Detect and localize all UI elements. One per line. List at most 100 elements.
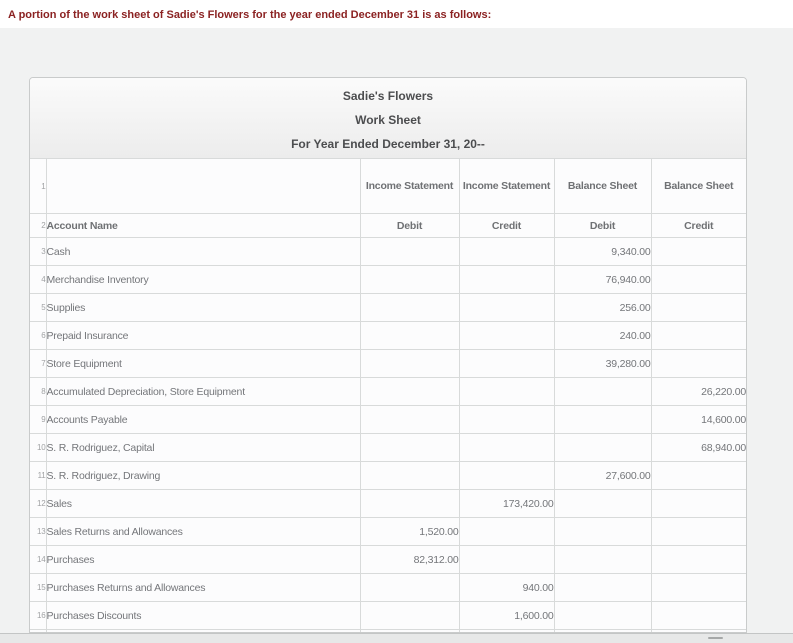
- horizontal-scrollbar-track[interactable]: [0, 633, 793, 643]
- row-number: 4: [30, 265, 47, 294]
- cell-account-name: Purchases Returns and Allowances: [45, 573, 361, 602]
- column-header-balance-sheet-1: Balance Sheet: [553, 158, 652, 214]
- column-header-is-credit: Credit: [458, 213, 555, 238]
- cell-is-debit: [359, 349, 460, 378]
- cell-is-debit: 1,520.00: [359, 517, 460, 546]
- cell-bs-debit: [553, 377, 652, 406]
- cell-is-debit: [359, 573, 460, 602]
- cell-is-credit: [458, 461, 555, 490]
- cell-account-name: Sales: [45, 489, 361, 518]
- cell-account-name: Purchases Discounts: [45, 601, 361, 630]
- cell-is-debit: [359, 265, 460, 294]
- column-header-bs-debit: Debit: [553, 213, 652, 238]
- instruction-strip: A portion of the work sheet of Sadie's F…: [0, 0, 793, 28]
- cell-bs-debit: [553, 489, 652, 518]
- table-row: 12 Sales 173,420.00: [30, 489, 746, 518]
- cell-bs-credit: [650, 573, 746, 602]
- cell-bs-debit: 256.00: [553, 293, 652, 322]
- table-row: 11 S. R. Rodriguez, Drawing 27,600.00: [30, 461, 746, 490]
- table-row: 10 S. R. Rodriguez, Capital 68,940.00: [30, 433, 746, 462]
- cell-bs-debit: [553, 517, 652, 546]
- cell-is-debit: [359, 433, 460, 462]
- cell-is-debit: [359, 489, 460, 518]
- table-row: 15 Purchases Returns and Allowances 940.…: [30, 573, 746, 602]
- cell-is-debit: [359, 601, 460, 630]
- cell-is-credit: [458, 433, 555, 462]
- account-name-header: Account Name: [45, 213, 361, 238]
- cell-bs-credit: [650, 517, 746, 546]
- table-row: 6 Prepaid Insurance 240.00: [30, 321, 746, 350]
- column-header-income-statement-2: Income Statement: [458, 158, 555, 214]
- cell-bs-credit: [650, 601, 746, 630]
- cell-is-debit: 82,312.00: [359, 545, 460, 574]
- cell-is-debit: [359, 405, 460, 434]
- cell-bs-credit: [650, 237, 746, 266]
- cell-bs-credit: [650, 461, 746, 490]
- cell-account-name: S. R. Rodriguez, Capital: [45, 433, 361, 462]
- table-row: 14 Purchases 82,312.00: [30, 545, 746, 574]
- cell-is-debit: [359, 321, 460, 350]
- scrollbar-thumb[interactable]: [708, 637, 723, 639]
- column-header-income-statement-1: Income Statement: [359, 158, 460, 214]
- cell-is-debit: [359, 237, 460, 266]
- table-row: 3 Cash 9,340.00: [30, 237, 746, 266]
- cell-bs-debit: 76,940.00: [553, 265, 652, 294]
- worksheet-card: Sadie's Flowers Work Sheet For Year Ende…: [29, 77, 747, 633]
- row-number: 1: [30, 158, 47, 214]
- row-number: 8: [30, 377, 47, 406]
- row-number: 10: [30, 433, 47, 462]
- cell-bs-credit: [650, 545, 746, 574]
- cell-is-credit: [458, 517, 555, 546]
- cell-bs-credit: 26,220.00: [650, 377, 746, 406]
- table-row: 4 Merchandise Inventory 76,940.00: [30, 265, 746, 294]
- cell-account-name: Supplies: [45, 293, 361, 322]
- cell-bs-credit: [650, 489, 746, 518]
- cell-is-credit: [458, 321, 555, 350]
- row-number: 9: [30, 405, 47, 434]
- cell-is-debit: [359, 293, 460, 322]
- instruction-text: A portion of the work sheet of Sadie's F…: [8, 9, 492, 21]
- row-number: 12: [30, 489, 47, 518]
- table-row: 5 Supplies 256.00: [30, 293, 746, 322]
- cell-bs-credit: [650, 265, 746, 294]
- cell-bs-credit: [650, 349, 746, 378]
- table-row: 16 Purchases Discounts 1,600.00: [30, 601, 746, 630]
- row-number: 14: [30, 545, 47, 574]
- cell-bs-credit: 68,940.00: [650, 433, 746, 462]
- row-number: 5: [30, 293, 47, 322]
- cell-is-debit: [359, 377, 460, 406]
- cell-account-name: Accumulated Depreciation, Store Equipmen…: [45, 377, 361, 406]
- cell-account-name: Store Equipment: [45, 349, 361, 378]
- column-header-is-debit: Debit: [359, 213, 460, 238]
- cell-is-credit: 940.00: [458, 573, 555, 602]
- row-number: 7: [30, 349, 47, 378]
- cell-account-name: Sales Returns and Allowances: [45, 517, 361, 546]
- table-row: 9 Accounts Payable 14,600.00: [30, 405, 746, 434]
- column-header-balance-sheet-2: Balance Sheet: [650, 158, 746, 214]
- cell-account-name: Merchandise Inventory: [45, 265, 361, 294]
- worksheet-title: Sadie's Flowers: [342, 89, 434, 103]
- cell-is-credit: [458, 349, 555, 378]
- cell-bs-credit: [650, 293, 746, 322]
- row-number: 15: [30, 573, 47, 602]
- cell-bs-debit: [553, 405, 652, 434]
- worksheet-subtitle: Work Sheet: [355, 113, 421, 127]
- worksheet-period: For Year Ended December 31, 20--: [291, 137, 485, 151]
- cell-bs-debit: 240.00: [553, 321, 652, 350]
- cell-is-credit: [458, 545, 555, 574]
- cell-account-name: Cash: [45, 237, 361, 266]
- cell-bs-credit: 14,600.00: [650, 405, 746, 434]
- cell-bs-debit: 39,280.00: [553, 349, 652, 378]
- cell-is-credit: [458, 237, 555, 266]
- account-header-spacer: [45, 158, 361, 214]
- cell-account-name: Prepaid Insurance: [45, 321, 361, 350]
- cell-account-name: Accounts Payable: [45, 405, 361, 434]
- row-number: 16: [30, 601, 47, 630]
- cell-bs-debit: 9,340.00: [553, 237, 652, 266]
- row-number: 13: [30, 517, 47, 546]
- cell-is-credit: 1,600.00: [458, 601, 555, 630]
- table-row: 8 Accumulated Depreciation, Store Equipm…: [30, 377, 746, 406]
- column-header-bs-credit: Credit: [650, 213, 746, 238]
- cell-is-credit: [458, 293, 555, 322]
- table-row: 13 Sales Returns and Allowances 1,520.00: [30, 517, 746, 546]
